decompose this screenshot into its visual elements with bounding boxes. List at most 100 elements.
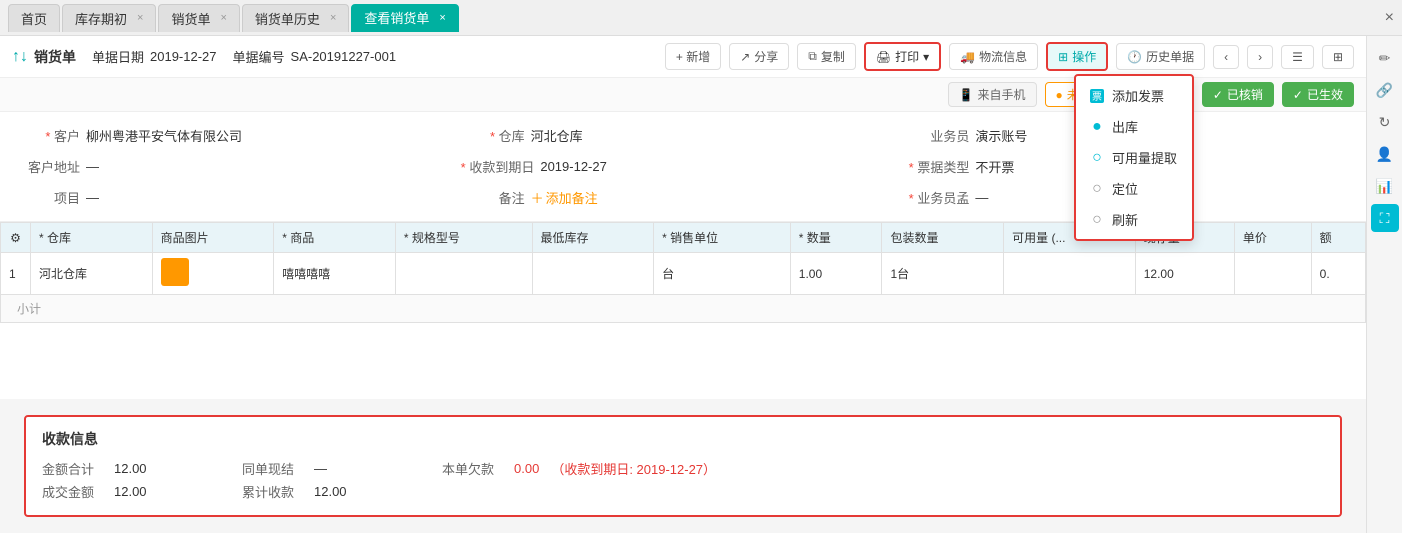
customer-label: 客户 <box>16 126 80 145</box>
edit-icon: ✏ <box>1379 50 1391 67</box>
row-spec <box>395 253 532 295</box>
dropdown-add-invoice[interactable]: 票 添加发票 <box>1076 80 1192 111</box>
salesperson-label: 业务员孟 <box>905 188 969 207</box>
doc-number-label: 单据编号 <box>233 47 285 66</box>
note-row: 备注 ＋ 添加备注 <box>461 186 906 209</box>
dropdown-refresh[interactable]: ○ 刷新 <box>1076 204 1192 235</box>
row-index: 1 <box>1 253 31 295</box>
print-dropdown-icon: ▾ <box>923 50 929 64</box>
effective-label: 已生效 <box>1307 86 1343 103</box>
address-row: 客户地址 — <box>16 155 461 178</box>
due-value: 0.00 <box>514 461 539 476</box>
subtotal-row: 小计 <box>1 295 1366 323</box>
tab-sales-order-close[interactable]: × <box>220 12 226 24</box>
col-quantity: * 数量 <box>790 223 882 253</box>
payment-col-1: 金额合计 12.00 成交金额 12.00 <box>42 457 242 503</box>
grid-view-button[interactable]: ⊞ <box>1322 45 1354 69</box>
history-icon: 🕐 <box>1127 50 1142 64</box>
sidebar-data-icon[interactable]: 📊 <box>1371 172 1399 200</box>
project-row: 项目 — <box>16 186 461 209</box>
add-note-button[interactable]: ＋ 添加备注 <box>531 188 598 207</box>
payment-info-panel: 收款信息 金额合计 12.00 成交金额 12.00 <box>24 415 1342 517</box>
cumulative-label: 累计收款 <box>242 482 306 501</box>
total-row: 金额合计 12.00 <box>42 457 242 480</box>
sidebar-refresh-icon[interactable]: ↻ <box>1371 108 1399 136</box>
warehouse-row: 仓库 河北仓库 <box>461 124 906 147</box>
tab-bar-close-btn[interactable]: × <box>1385 9 1394 27</box>
dropdown-outbound[interactable]: ● 出库 <box>1076 111 1192 142</box>
tab-sales-order-label: 销货单 <box>171 9 210 28</box>
total-value: 12.00 <box>114 461 147 476</box>
col-product: * 商品 <box>274 223 396 253</box>
row-current-stock: 12.00 <box>1135 253 1234 295</box>
doc-number-value: SA-20191227-001 <box>291 49 397 64</box>
print-button[interactable]: 🖨 打印 ▾ <box>864 42 941 71</box>
available-qty-icon: ○ <box>1090 151 1104 165</box>
tab-sales-order[interactable]: 销货单 × <box>158 4 239 32</box>
history-button-label: 历史单据 <box>1146 48 1194 65</box>
row-warehouse: 河北仓库 <box>31 253 153 295</box>
available-qty-label: 可用量提取 <box>1112 148 1177 167</box>
address-label: 客户地址 <box>16 157 80 176</box>
due-row: 本单欠款 0.00 （收款到期日: 2019-12-27） <box>442 457 1324 480</box>
tab-home[interactable]: 首页 <box>8 4 60 32</box>
cancelled-icon: ✓ <box>1213 88 1223 102</box>
row-available <box>1004 253 1136 295</box>
print-icon: 🖨 <box>876 50 891 64</box>
share-button[interactable]: ↗ 分享 <box>729 43 789 70</box>
cancelled-button[interactable]: ✓ 已核销 <box>1202 82 1274 107</box>
history-button[interactable]: 🕐 历史单据 <box>1116 43 1205 70</box>
invoice-type-label: 票据类型 <box>905 157 969 176</box>
new-button[interactable]: + 新增 <box>665 43 721 70</box>
row-sales-unit: 台 <box>654 253 791 295</box>
col-sales-unit: * 销售单位 <box>654 223 791 253</box>
operate-button[interactable]: ⊞ 操作 <box>1046 42 1108 71</box>
dropdown-locate[interactable]: ○ 定位 <box>1076 173 1192 204</box>
sidebar-link-icon[interactable]: 🔗 <box>1371 76 1399 104</box>
add-invoice-label: 添加发票 <box>1112 86 1164 105</box>
col-settings[interactable]: ⚙ <box>1 223 31 253</box>
tab-sales-history[interactable]: 销货单历史 × <box>242 4 349 32</box>
note-label: 备注 <box>461 188 525 207</box>
list-view-button[interactable]: ☰ <box>1281 45 1314 69</box>
salesperson-value: — <box>975 190 988 205</box>
tab-view-sales-close[interactable]: × <box>439 12 445 24</box>
total-label: 金额合计 <box>42 459 106 478</box>
operate-button-label: 操作 <box>1072 48 1096 65</box>
refresh-label: 刷新 <box>1112 210 1138 229</box>
payment-info-grid: 金额合计 12.00 成交金额 12.00 同单现结 — <box>42 457 1324 503</box>
tab-inventory-init-close[interactable]: × <box>137 12 143 24</box>
copy-button[interactable]: ⧉ 复制 <box>797 43 856 70</box>
cumulative-value: 12.00 <box>314 484 347 499</box>
col-pack-qty: 包装数量 <box>882 223 1004 253</box>
add-note-label: 添加备注 <box>546 188 598 207</box>
doc-header: ↑↓ 销货单 单据日期 2019-12-27 单据编号 SA-20191227-… <box>0 36 1366 78</box>
from-mobile-button[interactable]: 📱 来自手机 <box>948 82 1037 107</box>
sidebar-user-icon[interactable]: 👤 <box>1371 140 1399 168</box>
tab-inventory-init[interactable]: 库存期初 × <box>62 4 156 32</box>
add-note-icon: ＋ <box>531 188 544 207</box>
doc-date-label: 单据日期 <box>92 47 144 66</box>
refresh-icon: ↻ <box>1379 114 1391 131</box>
logistics-button[interactable]: 🚚 物流信息 <box>949 43 1038 70</box>
tab-sales-history-close[interactable]: × <box>330 12 336 24</box>
col-unit-price: 单价 <box>1234 223 1311 253</box>
effective-button[interactable]: ✓ 已生效 <box>1282 82 1354 107</box>
row-unit-price <box>1234 253 1311 295</box>
prev-button[interactable]: ‹ <box>1213 45 1239 69</box>
payment-date-value: 2019-12-27 <box>540 159 607 174</box>
payment-info-title: 收款信息 <box>42 429 1324 449</box>
doc-number-item: 单据编号 SA-20191227-001 <box>233 47 397 66</box>
payment-col-2: 同单现结 — 累计收款 12.00 <box>242 457 442 503</box>
user-icon: 👤 <box>1376 146 1393 163</box>
next-button[interactable]: › <box>1247 45 1273 69</box>
payment-col-3: 本单欠款 0.00 （收款到期日: 2019-12-27） <box>442 457 1324 503</box>
warehouse-label: 仓库 <box>461 126 525 145</box>
tab-view-sales-label: 查看销货单 <box>364 8 429 27</box>
sidebar-expand-icon[interactable]: ⛶ <box>1371 204 1399 232</box>
sidebar-edit-icon[interactable]: ✏ <box>1371 44 1399 72</box>
tab-view-sales[interactable]: 查看销货单 × <box>351 4 458 32</box>
row-product: 嘻嘻嘻嘻 <box>274 253 396 295</box>
dropdown-available-qty[interactable]: ○ 可用量提取 <box>1076 142 1192 173</box>
logistics-icon: 🚚 <box>960 50 975 64</box>
